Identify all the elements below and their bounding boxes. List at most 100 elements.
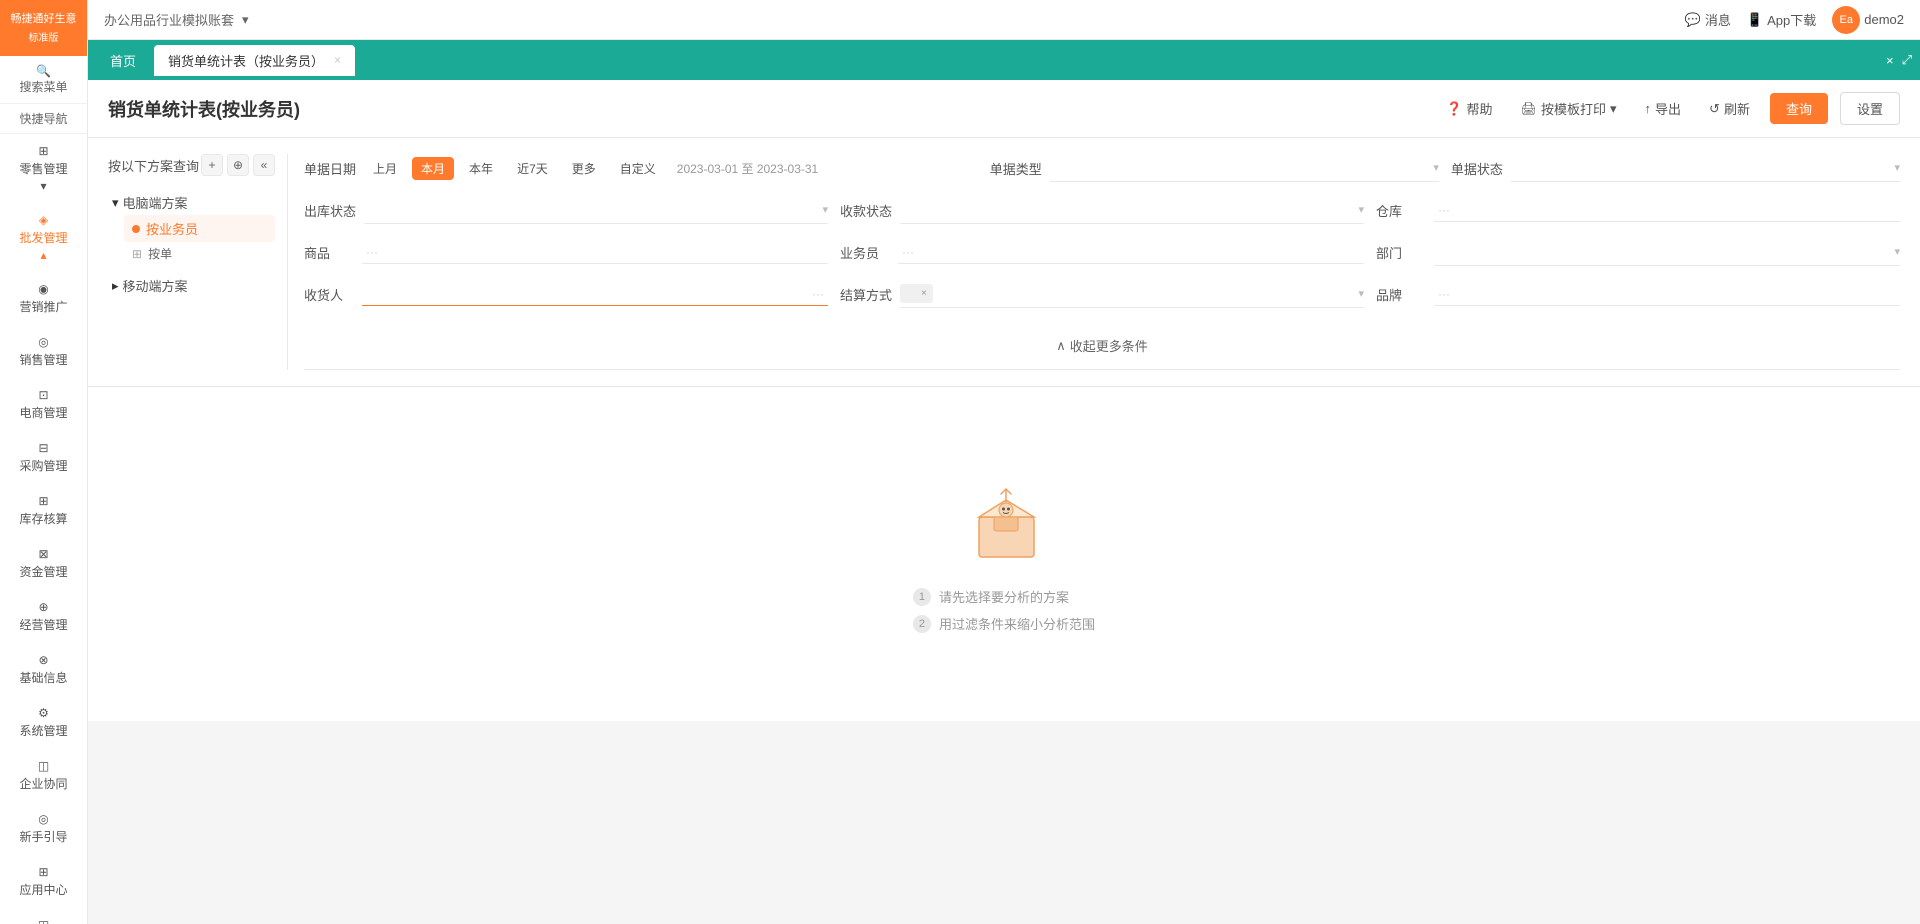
refresh-icon: ↺ — [1709, 101, 1720, 117]
date-btn-last-month[interactable]: 上月 — [364, 157, 406, 180]
coop-label: 企业协同 — [19, 775, 67, 792]
payment-clear-icon[interactable]: × — [921, 288, 927, 299]
consignee-dots[interactable]: ··· — [808, 287, 828, 301]
logo-badge: 标准版 — [29, 29, 59, 44]
header-breadcrumb-area: 办公用品行业模拟账套 ▾ — [104, 10, 249, 29]
retail-icon: ⊞ — [38, 144, 48, 158]
top-header: 办公用品行业模拟账套 ▾ 💬 消息 📱 App下载 Ea demo2 — [88, 0, 1920, 40]
export-btn[interactable]: ↑ 导出 — [1637, 95, 1690, 122]
marketing-label: 营销推广 — [19, 298, 67, 315]
retail-label: 零售管理 — [19, 160, 67, 177]
empty-icon — [944, 467, 1064, 567]
panel-copy-btn[interactable]: ⊕ — [227, 154, 249, 176]
tab-sales-stats[interactable]: 销货单统计表（按业务员） × — [154, 45, 355, 76]
date-btn-last7[interactable]: 近7天 — [508, 157, 557, 180]
sidebar-item-basic[interactable]: ⊗ 基础信息 — [0, 643, 87, 696]
date-btn-more[interactable]: 更多 — [563, 157, 605, 180]
sidebar-item-coop[interactable]: ◫ 企业协同 — [0, 749, 87, 802]
newbie-label: 新手引导 — [19, 828, 67, 845]
search-icon: 🔍 — [36, 64, 51, 78]
collapse-btn[interactable]: ∧ 收起更多条件 — [312, 330, 1892, 361]
tree-pc-toggle[interactable]: ▾ 电脑端方案 — [108, 190, 275, 215]
help-btn[interactable]: ❓ 帮助 — [1438, 95, 1500, 122]
sidebar-item-retail[interactable]: ⊞ 零售管理 ▾ — [0, 134, 87, 203]
payment-chevron: ▾ — [1358, 287, 1364, 300]
tab-close-icon[interactable]: × — [334, 53, 341, 67]
tree-pc-label: 电脑端方案 — [123, 193, 188, 212]
collapse-area: ∧ 收起更多条件 — [304, 322, 1900, 370]
app-logo: 畅捷通好生意 标准版 — [0, 0, 87, 56]
out-status-select[interactable]: ▾ — [364, 196, 828, 224]
empty-state: 1 请先选择要分析的方案 2 用过滤条件来缩小分析范围 — [88, 387, 1920, 721]
goods-label: 商品 — [304, 243, 354, 262]
message-btn[interactable]: 💬 消息 — [1685, 10, 1731, 29]
sidebar-item-newbie[interactable]: ◎ 新手引导 — [0, 802, 87, 855]
print-label: 按模板打印 — [1541, 99, 1606, 118]
tree-leaf-order[interactable]: ⊞ 按单 — [124, 242, 275, 265]
sidebar-item-marketing[interactable]: ◉ 营销推广 — [0, 272, 87, 325]
message-icon: 💬 — [1685, 12, 1701, 28]
brand-select[interactable]: ··· — [1434, 283, 1900, 306]
sidebar-item-finance[interactable]: ⊠ 资金管理 — [0, 537, 87, 590]
message-label: 消息 — [1705, 10, 1731, 29]
tree-mobile-toggle[interactable]: ▸ 移动端方案 — [108, 273, 275, 298]
receipt-status-select[interactable]: ▾ — [900, 196, 1364, 224]
breadcrumb-chevron: ▾ — [242, 12, 249, 28]
sidebar-item-system[interactable]: ⚙ 系统管理 — [0, 696, 87, 749]
close-window-icon[interactable]: × — [1886, 53, 1894, 68]
settings-btn[interactable]: 设置 — [1840, 92, 1900, 125]
date-btn-this-month[interactable]: 本月 — [412, 157, 454, 180]
sidebar-item-wechat[interactable]: ◫ 企业微信 — [0, 908, 87, 924]
wechat-icon: ◫ — [38, 918, 49, 924]
filter-warehouse: 仓库 ··· — [1376, 199, 1900, 222]
receipt-status-chevron: ▾ — [1358, 203, 1364, 216]
sidebar-item-ops[interactable]: ⊕ 经营管理 — [0, 590, 87, 643]
consignee-input[interactable] — [362, 282, 808, 305]
doc-status-value — [1511, 158, 1524, 177]
panel-fold-btn[interactable]: « — [253, 154, 275, 176]
payment-tag: × — [900, 284, 933, 303]
sidebar-item-inventory[interactable]: ⊞ 库存核算 — [0, 484, 87, 537]
date-btn-custom[interactable]: 自定义 — [611, 157, 665, 180]
panel-add-btn[interactable]: + — [201, 154, 223, 176]
app-download-btn[interactable]: 📱 App下载 — [1747, 10, 1816, 29]
goods-select[interactable]: ··· — [362, 241, 828, 264]
doc-status-select[interactable]: ▾ — [1511, 154, 1900, 182]
filter-row-3: 商品 ··· 业务员 ··· 部门 — [304, 238, 1900, 266]
print-btn[interactable]: 🖨 按模板打印 ▾ — [1512, 95, 1624, 122]
user-name: demo2 — [1864, 12, 1904, 27]
user-profile[interactable]: Ea demo2 — [1832, 6, 1904, 34]
dept-select[interactable]: ▾ — [1434, 238, 1900, 266]
system-label: 系统管理 — [19, 722, 67, 739]
active-dot — [132, 225, 140, 233]
dept-value — [1434, 242, 1447, 261]
salesman-label: 业务员 — [840, 243, 890, 262]
payment-select[interactable]: × ▾ — [900, 280, 1364, 308]
sidebar-item-ecom[interactable]: ⊡ 电商管理 — [0, 378, 87, 431]
sidebar-item-apps[interactable]: ⊞ 应用中心 — [0, 855, 87, 908]
filter-dept: 部门 ▾ — [1376, 238, 1900, 266]
sidebar-item-purchase[interactable]: ⊟ 采购管理 — [0, 431, 87, 484]
tab-home[interactable]: 首页 — [96, 45, 150, 76]
warehouse-select[interactable]: ··· — [1434, 199, 1900, 222]
date-btn-this-year[interactable]: 本年 — [460, 157, 502, 180]
coop-icon: ◫ — [38, 759, 49, 773]
sales-icon: ◎ — [38, 335, 48, 349]
doc-type-select[interactable]: ▾ — [1050, 154, 1439, 182]
sidebar-quick-nav[interactable]: 快捷导航 — [0, 104, 87, 134]
maximize-icon[interactable]: ⤢ — [1902, 52, 1912, 68]
sidebar-item-wholesale[interactable]: ◈ 批发管理 ▴ — [0, 203, 87, 272]
refresh-btn[interactable]: ↺ 刷新 — [1701, 95, 1758, 122]
sidebar-item-sales[interactable]: ◎ 销售管理 — [0, 325, 87, 378]
purchase-icon: ⊟ — [38, 441, 48, 455]
payment-tag-text — [906, 285, 918, 302]
sidebar-search[interactable]: 🔍 搜索菜单 — [0, 56, 87, 104]
tree-expand-icon: ▾ — [112, 195, 119, 211]
salesman-select[interactable]: ··· — [898, 241, 1364, 264]
query-btn[interactable]: 查询 — [1770, 93, 1828, 124]
tree-leaf-salesman[interactable]: 按业务员 — [124, 215, 275, 242]
collapse-label: 收起更多条件 — [1070, 336, 1148, 355]
filter-brand: 品牌 ··· — [1376, 283, 1900, 306]
tree-mobile-label: 移动端方案 — [123, 276, 188, 295]
doc-type-chevron: ▾ — [1433, 161, 1439, 174]
